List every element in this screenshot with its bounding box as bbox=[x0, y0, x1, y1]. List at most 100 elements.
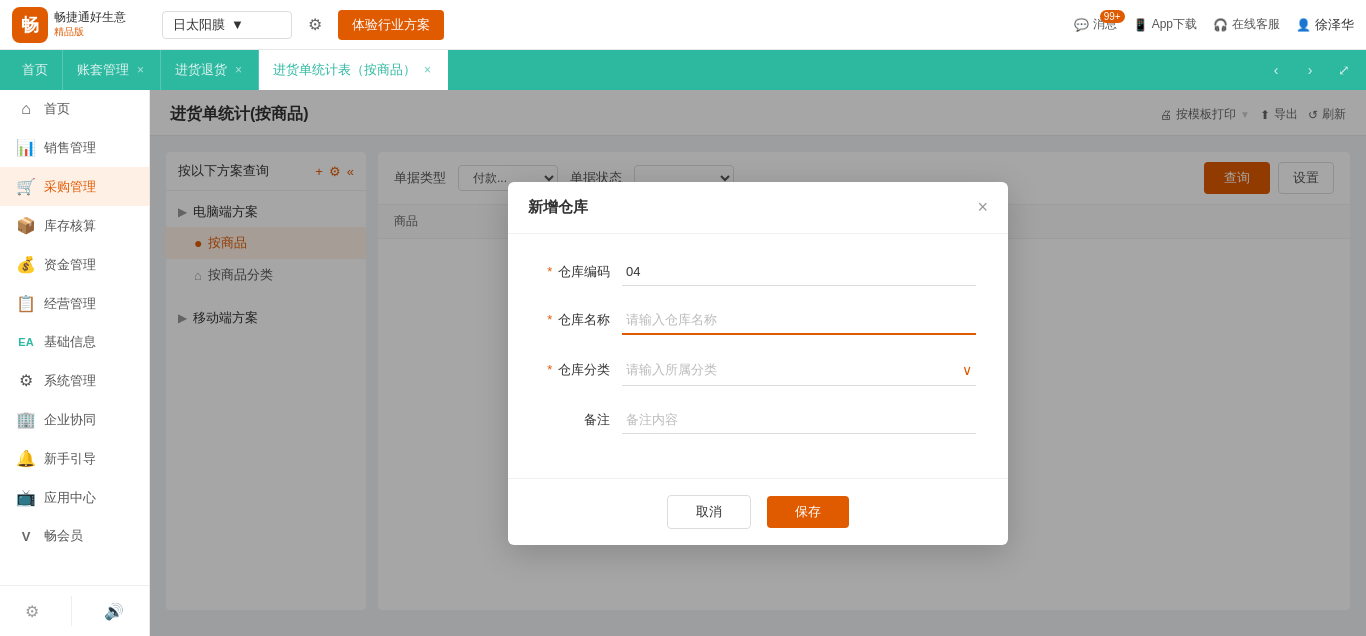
app-download-label: App下载 bbox=[1152, 16, 1197, 33]
form-row-name: * 仓库名称 bbox=[540, 306, 976, 335]
notification-badge: 99+ bbox=[1100, 10, 1125, 23]
sidebar-item-enterprise-label: 企业协同 bbox=[44, 411, 96, 429]
top-right-actions: 💬 消息 99+ 📱 App下载 🎧 在线客服 👤 徐泽华 bbox=[1074, 16, 1354, 34]
sidebar-item-home[interactable]: ⌂ 首页 bbox=[0, 90, 149, 128]
content-area: 进货单统计(按商品) 🖨 按模板打印 ▼ ⬆ 导出 ↺ 刷新 bbox=[150, 90, 1366, 636]
enterprise-icon: 🏢 bbox=[16, 410, 36, 429]
home-icon: ⌂ bbox=[16, 100, 36, 118]
top-bar: 畅 畅捷通好生意 精品版 日太阳膜 ▼ ⚙ 体验行业方案 💬 消息 99+ 📱 … bbox=[0, 0, 1366, 50]
sidebar-item-newbie-label: 新手引导 bbox=[44, 450, 96, 468]
headset-icon: 🎧 bbox=[1213, 18, 1228, 32]
form-row-category: * 仓库分类 请输入所属分类 ∨ bbox=[540, 355, 976, 386]
sidebar-item-member-label: 畅会员 bbox=[44, 527, 83, 545]
tab-scroll-right-button[interactable]: › bbox=[1296, 56, 1324, 84]
tab-purchase-stats-label: 进货单统计表（按商品） bbox=[273, 61, 416, 79]
user-name: 徐泽华 bbox=[1315, 16, 1354, 34]
store-name: 日太阳膜 bbox=[173, 16, 225, 34]
sidebar-bottom: ⚙ 🔊 bbox=[0, 585, 149, 636]
user-icon: 👤 bbox=[1296, 18, 1311, 32]
sidebar-item-system[interactable]: ⚙ 系统管理 bbox=[0, 361, 149, 400]
new-warehouse-modal: 新增仓库 × * 仓库编码 * bbox=[508, 182, 1008, 545]
sidebar-item-enterprise[interactable]: 🏢 企业协同 bbox=[0, 400, 149, 439]
sidebar-item-apps-label: 应用中心 bbox=[44, 489, 96, 507]
category-label: * 仓库分类 bbox=[540, 361, 610, 379]
modal-footer: 取消 保存 bbox=[508, 478, 1008, 545]
code-input[interactable] bbox=[622, 258, 976, 286]
form-row-code: * 仓库编码 bbox=[540, 258, 976, 286]
sidebar-item-inventory[interactable]: 📦 库存核算 bbox=[0, 206, 149, 245]
tab-purchase-stats[interactable]: 进货单统计表（按商品） × bbox=[259, 50, 448, 90]
form-row-note: 备注 bbox=[540, 406, 976, 434]
sidebar-item-operations[interactable]: 📋 经营管理 bbox=[0, 284, 149, 323]
sales-icon: 📊 bbox=[16, 138, 36, 157]
user-profile-button[interactable]: 👤 徐泽华 bbox=[1296, 16, 1354, 34]
tab-accounts-label: 账套管理 bbox=[77, 61, 129, 79]
inventory-icon: 📦 bbox=[16, 216, 36, 235]
name-input[interactable] bbox=[622, 306, 976, 335]
sidebar-item-operations-label: 经营管理 bbox=[44, 295, 96, 313]
basic-icon: EA bbox=[16, 336, 36, 348]
customer-service-button[interactable]: 🎧 在线客服 bbox=[1213, 16, 1280, 33]
settings-button[interactable]: ⚙ bbox=[298, 8, 332, 42]
sidebar-item-purchase[interactable]: 🛒 采购管理 bbox=[0, 167, 149, 206]
system-icon: ⚙ bbox=[16, 371, 36, 390]
code-required-star: * bbox=[547, 264, 552, 279]
logo-sub: 精品版 bbox=[54, 25, 126, 39]
sidebar-item-finance-label: 资金管理 bbox=[44, 256, 96, 274]
sidebar-item-sales[interactable]: 📊 销售管理 bbox=[0, 128, 149, 167]
sidebar-settings-icon[interactable]: ⚙ bbox=[25, 602, 39, 621]
sidebar-item-finance[interactable]: 💰 资金管理 bbox=[0, 245, 149, 284]
category-placeholder: 请输入所属分类 bbox=[626, 361, 962, 379]
sidebar-item-inventory-label: 库存核算 bbox=[44, 217, 96, 235]
operations-icon: 📋 bbox=[16, 294, 36, 313]
modal-header: 新增仓库 × bbox=[508, 182, 1008, 234]
tab-scroll-left-button[interactable]: ‹ bbox=[1262, 56, 1290, 84]
sidebar-item-apps[interactable]: 📺 应用中心 bbox=[0, 478, 149, 517]
modal-body: * 仓库编码 * 仓库名称 bbox=[508, 234, 1008, 478]
cancel-button[interactable]: 取消 bbox=[667, 495, 751, 529]
logo-area: 畅 畅捷通好生意 精品版 bbox=[12, 7, 162, 43]
tab-bar: 首页 账套管理 × 进货退货 × 进货单统计表（按商品） × ‹ › ⤢ bbox=[0, 50, 1366, 90]
sidebar-item-system-label: 系统管理 bbox=[44, 372, 96, 390]
modal-close-button[interactable]: × bbox=[977, 198, 988, 216]
trial-button[interactable]: 体验行业方案 bbox=[338, 10, 444, 40]
member-icon: V bbox=[16, 529, 36, 544]
note-input[interactable] bbox=[622, 406, 976, 434]
tab-accounts[interactable]: 账套管理 × bbox=[63, 50, 161, 90]
tab-right-controls: ‹ › ⤢ bbox=[1262, 56, 1358, 84]
tab-home[interactable]: 首页 bbox=[8, 50, 63, 90]
category-required-star: * bbox=[547, 362, 552, 377]
sidebar-item-home-label: 首页 bbox=[44, 100, 70, 118]
name-required-star: * bbox=[547, 312, 552, 327]
newbie-icon: 🔔 bbox=[16, 449, 36, 468]
store-selector[interactable]: 日太阳膜 ▼ bbox=[162, 11, 292, 39]
chevron-down-icon: ▼ bbox=[231, 17, 244, 32]
save-button[interactable]: 保存 bbox=[767, 496, 849, 528]
logo-text: 畅捷通好生意 bbox=[54, 10, 126, 26]
tab-home-label: 首页 bbox=[22, 61, 48, 79]
messages-button[interactable]: 💬 消息 99+ bbox=[1074, 16, 1117, 33]
sidebar-item-member[interactable]: V 畅会员 bbox=[0, 517, 149, 555]
message-icon: 💬 bbox=[1074, 18, 1089, 32]
sidebar-item-newbie[interactable]: 🔔 新手引导 bbox=[0, 439, 149, 478]
modal-overlay[interactable]: 新增仓库 × * 仓库编码 * bbox=[150, 90, 1366, 636]
sidebar: ⌂ 首页 📊 销售管理 🛒 采购管理 📦 库存核算 💰 资金管理 📋 经营管理 … bbox=[0, 90, 150, 636]
tab-purchase-return[interactable]: 进货退货 × bbox=[161, 50, 259, 90]
tab-purchase-return-close-icon[interactable]: × bbox=[233, 63, 244, 77]
tab-accounts-close-icon[interactable]: × bbox=[135, 63, 146, 77]
note-label: 备注 bbox=[540, 411, 610, 429]
sidebar-item-sales-label: 销售管理 bbox=[44, 139, 96, 157]
category-select[interactable]: 请输入所属分类 ∨ bbox=[622, 355, 976, 386]
sidebar-item-basic[interactable]: EA 基础信息 bbox=[0, 323, 149, 361]
logo-icon: 畅 bbox=[12, 7, 48, 43]
sidebar-speaker-icon[interactable]: 🔊 bbox=[104, 602, 124, 621]
sidebar-item-basic-label: 基础信息 bbox=[44, 333, 96, 351]
purchase-icon: 🛒 bbox=[16, 177, 36, 196]
sidebar-item-purchase-label: 采购管理 bbox=[44, 178, 96, 196]
tab-purchase-return-label: 进货退货 bbox=[175, 61, 227, 79]
tab-expand-button[interactable]: ⤢ bbox=[1330, 56, 1358, 84]
customer-service-label: 在线客服 bbox=[1232, 16, 1280, 33]
app-download-button[interactable]: 📱 App下载 bbox=[1133, 16, 1197, 33]
tab-purchase-stats-close-icon[interactable]: × bbox=[422, 63, 433, 77]
finance-icon: 💰 bbox=[16, 255, 36, 274]
